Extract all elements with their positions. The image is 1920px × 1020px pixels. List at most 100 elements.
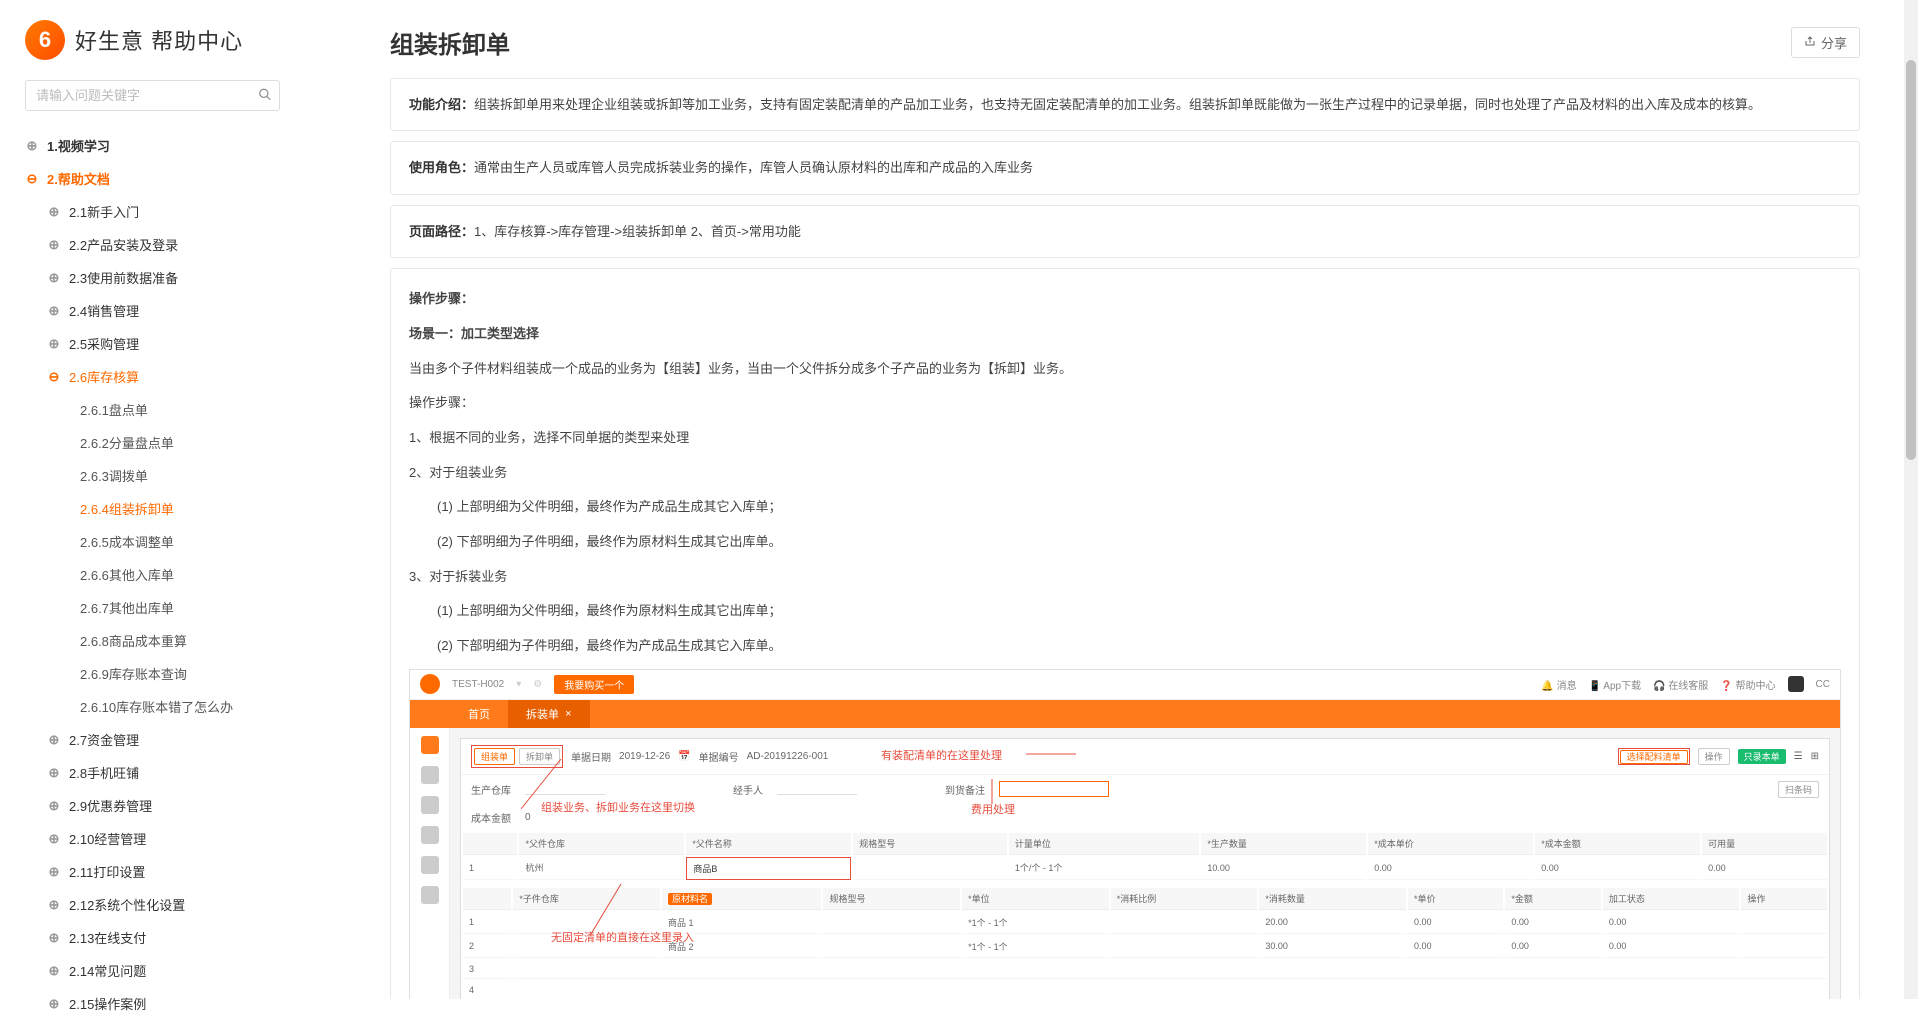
- nav-label: 1.视频学习: [47, 136, 110, 155]
- illus-body: 组装单拆卸单 单据日期2019-12-26📅 单据编号AD-20191226-0…: [410, 728, 1840, 999]
- nav-label: 2.4销售管理: [69, 301, 139, 320]
- scrollbar-thumb[interactable]: [1906, 60, 1916, 460]
- expand-icon: ⊕: [47, 304, 61, 318]
- nav-label: 2.6.7其他出库单: [80, 598, 174, 617]
- nav-item[interactable]: ⊕ 2.5采购管理: [25, 327, 280, 360]
- nav-item[interactable]: ⊕2.9优惠券管理: [25, 789, 280, 822]
- nav-item[interactable]: ⊖ 2.帮助文档: [25, 162, 280, 195]
- steps-card: 操作步骤： 场景一：加工类型选择 当由多个子件材料组装成一个成品的业务为【组装】…: [390, 268, 1860, 999]
- step-sub: (1) 上部明细为父件明细，最终作为原材料生成其它出库单；: [409, 599, 1841, 624]
- expand-icon: ⊕: [47, 733, 61, 747]
- path-label: 页面路径：: [409, 224, 474, 239]
- expand-icon: ⊕: [47, 865, 61, 879]
- logo-row: 6 好生意 帮助中心: [25, 20, 280, 60]
- title-row: 组装拆卸单 分享: [390, 25, 1860, 60]
- nav-label: 2.6.9库存账本查询: [80, 664, 187, 683]
- intro-card: 功能介绍：组装拆卸单用来处理企业组装或拆卸等加工业务，支持有固定装配清单的产品加…: [390, 78, 1860, 131]
- nav-item[interactable]: ⊕ 2.11打印设置: [25, 855, 280, 888]
- nav-item[interactable]: 2.6.1盘点单: [25, 393, 280, 426]
- step-text: 2、对于组装业务: [409, 461, 1841, 486]
- role-text: 通常由生产人员或库管人员完成拆装业务的操作，库管人员确认原材料的出库和产成品的入…: [474, 160, 1033, 175]
- nav-item[interactable]: ⊕2.12系统个性化设置: [25, 888, 280, 921]
- expand-icon: ⊕: [47, 238, 61, 252]
- nav-label: 2.2产品安装及登录: [69, 235, 178, 254]
- nav-label: 2.8手机旺铺: [69, 763, 139, 782]
- search-icon[interactable]: [258, 87, 272, 104]
- nav-label: 2.11打印设置: [69, 862, 145, 881]
- intro-text: 组装拆卸单用来处理企业组装或拆卸等加工业务，支持有固定装配清单的产品加工业务，也…: [474, 97, 1761, 112]
- nav-label: 2.3使用前数据准备: [69, 268, 178, 287]
- nav-label: 2.7资金管理: [69, 730, 139, 749]
- expand-icon: ⊕: [47, 931, 61, 945]
- step-text: 操作步骤：: [409, 391, 1841, 416]
- expand-icon: ⊕: [47, 337, 61, 351]
- illus-logo-icon: [420, 674, 440, 694]
- collapse-icon: ⊖: [25, 172, 39, 186]
- step-text: 3、对于拆装业务: [409, 565, 1841, 590]
- nav-label: 2.6.1盘点单: [80, 400, 148, 419]
- nav-label: 2.10经营管理: [69, 829, 146, 848]
- nav-item[interactable]: ⊕2.1新手入门: [25, 195, 280, 228]
- nav-item[interactable]: 2.6.8商品成本重算: [25, 624, 280, 657]
- step-text: 当由多个子件材料组装成一个成品的业务为【组装】业务，当由一个父件拆分成多个子产品…: [409, 357, 1841, 382]
- nav-label: 2.6.3调拨单: [80, 466, 148, 485]
- scrollbar[interactable]: [1904, 0, 1918, 999]
- nav-item[interactable]: ⊕ 2.3使用前数据准备: [25, 261, 280, 294]
- nav-label: 2.12系统个性化设置: [69, 895, 185, 914]
- nav-item[interactable]: 2.6.3调拨单: [25, 459, 280, 492]
- nav-label: 2.9优惠券管理: [69, 796, 152, 815]
- nav-item[interactable]: 2.6.6其他入库单: [25, 558, 280, 591]
- share-label: 分享: [1821, 33, 1847, 52]
- nav-item[interactable]: ⊕ 2.13在线支付: [25, 921, 280, 954]
- path-text: 1、库存核算->库存管理->组装拆卸单 2、首页->常用功能: [474, 224, 801, 239]
- illus-id: TEST-H002: [452, 679, 504, 690]
- scenario-heading: 场景一：加工类型选择: [409, 322, 1841, 347]
- nav-label: 2.13在线支付: [69, 928, 146, 947]
- nav-item[interactable]: ⊕2.15操作案例: [25, 987, 280, 1020]
- nav-item[interactable]: ⊕ 1.视频学习: [25, 129, 280, 162]
- expand-icon: ⊕: [47, 271, 61, 285]
- sidebar: 6 好生意 帮助中心 ⊕1.视频学习⊖2.帮助文档⊕2.1新手入门⊕2.2产品安…: [0, 0, 300, 999]
- intro-label: 功能介绍：: [409, 97, 474, 112]
- illus-panel: 组装单拆卸单 单据日期2019-12-26📅 单据编号AD-20191226-0…: [460, 738, 1830, 999]
- nav-item[interactable]: ⊕2.8手机旺铺: [25, 756, 280, 789]
- nav-item[interactable]: 2.6.10库存账本错了怎么办: [25, 690, 280, 723]
- illus-topbar: TEST-H002 ▾ ⚙ 我要购买一个 🔔 消息 📱 App下载 🎧 在线客服…: [410, 670, 1840, 700]
- nav-item[interactable]: 2.6.7其他出库单: [25, 591, 280, 624]
- nav-item[interactable]: 2.6.4组装拆卸单: [25, 492, 280, 525]
- expand-icon: ⊕: [47, 832, 61, 846]
- nav-item[interactable]: ⊕ 2.10经营管理: [25, 822, 280, 855]
- step-sub: (2) 下部明细为子件明细，最终作为原材料生成其它出库单。: [409, 530, 1841, 555]
- main-content: 组装拆卸单 分享 功能介绍：组装拆卸单用来处理企业组装或拆卸等加工业务，支持有固…: [300, 0, 1920, 999]
- share-button[interactable]: 分享: [1791, 27, 1860, 58]
- nav-item[interactable]: 2.6.2分量盘点单: [25, 426, 280, 459]
- nav-item[interactable]: ⊕2.14常见问题: [25, 954, 280, 987]
- path-card: 页面路径：1、库存核算->库存管理->组装拆卸单 2、首页->常用功能: [390, 205, 1860, 258]
- illus-sidebar: [410, 728, 450, 999]
- nav-item[interactable]: 2.6.9库存账本查询: [25, 657, 280, 690]
- search-wrap: [25, 80, 280, 111]
- nav-label: 2.1新手入门: [69, 202, 139, 221]
- nav-item[interactable]: ⊕ 2.7资金管理: [25, 723, 280, 756]
- illus-tab-home: 首页: [450, 700, 508, 728]
- nav-label: 2.5采购管理: [69, 334, 139, 353]
- role-label: 使用角色：: [409, 160, 474, 175]
- page-title: 组装拆卸单: [390, 25, 510, 60]
- nav-item[interactable]: ⊕ 2.2产品安装及登录: [25, 228, 280, 261]
- search-input[interactable]: [25, 80, 280, 111]
- illus-table-parent: *父件仓库*父件名称规格型号计量单位*生产数量*成本单价*成本金额可用量 1杭州…: [461, 831, 1829, 882]
- steps-heading: 操作步骤：: [409, 287, 1841, 312]
- nav-label: 2.帮助文档: [47, 169, 110, 188]
- nav-item[interactable]: 2.6.5成本调整单: [25, 525, 280, 558]
- nav-item[interactable]: ⊖ 2.6库存核算: [25, 360, 280, 393]
- role-card: 使用角色：通常由生产人员或库管人员完成拆装业务的操作，库管人员确认原材料的出库和…: [390, 141, 1860, 194]
- expand-icon: ⊕: [25, 139, 39, 153]
- nav-item[interactable]: ⊕ 2.4销售管理: [25, 294, 280, 327]
- nav-label: 2.6库存核算: [69, 367, 139, 386]
- nav-label: 2.6.2分量盘点单: [80, 433, 174, 452]
- step-text: 1、根据不同的业务，选择不同单据的类型来处理: [409, 426, 1841, 451]
- collapse-icon: ⊖: [47, 370, 61, 384]
- illus-tab-doc: 拆装单 ×: [508, 700, 590, 728]
- logo-icon: 6: [25, 20, 65, 60]
- nav-label: 2.6.6其他入库单: [80, 565, 174, 584]
